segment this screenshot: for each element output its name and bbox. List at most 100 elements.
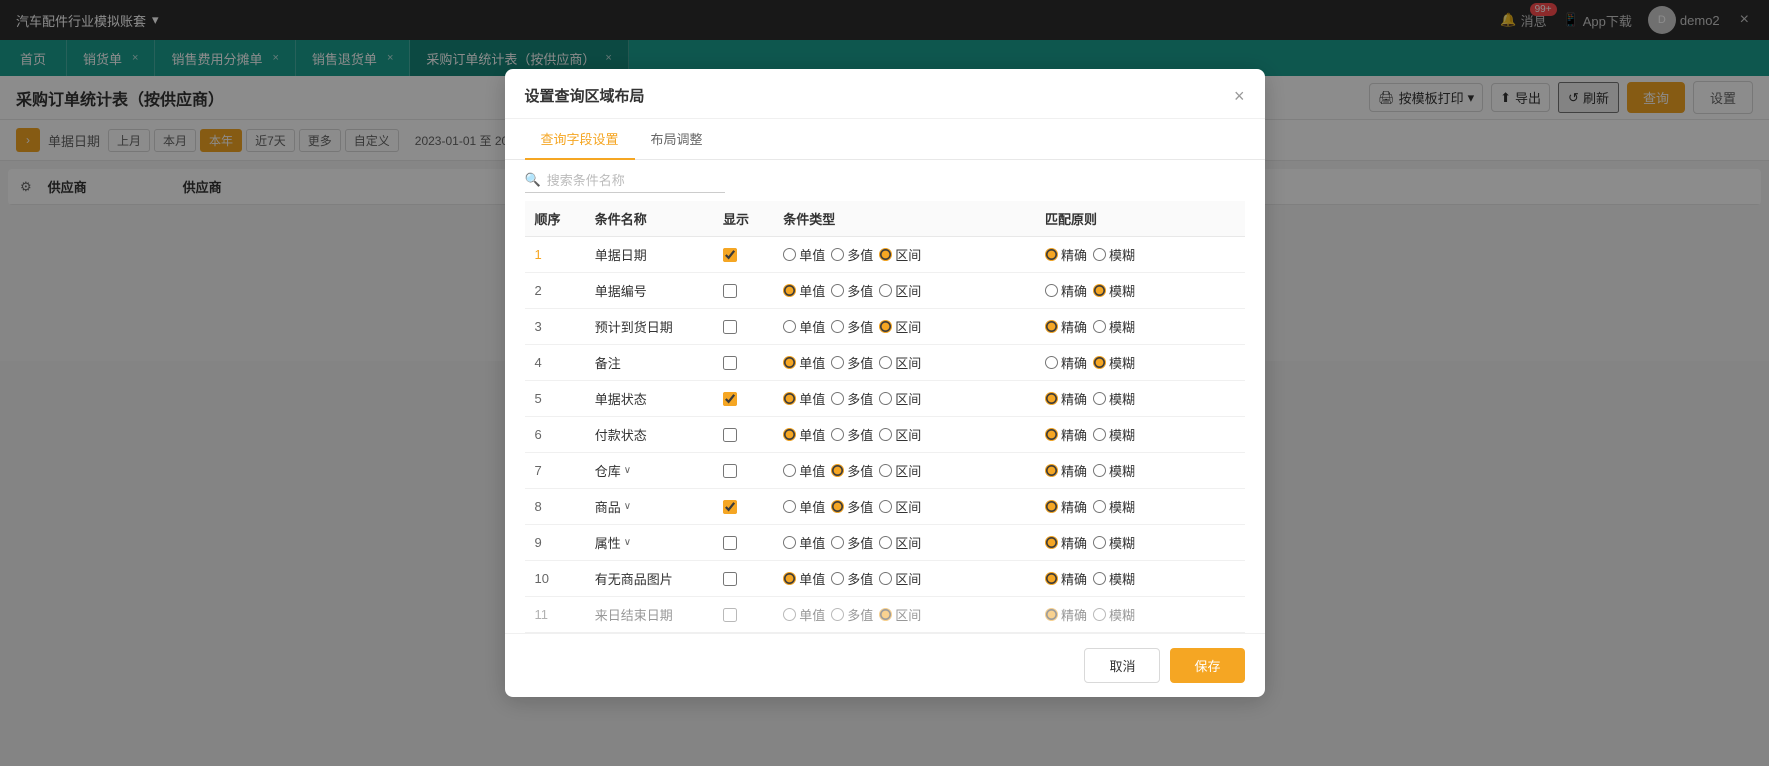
row-type-cell: 单值多值区间 [773, 525, 1035, 561]
row-num: 6 [535, 427, 542, 442]
radio-type-single-10[interactable]: 单值 [783, 605, 825, 624]
row-order: 10 [525, 561, 585, 597]
row-display-checkbox[interactable] [723, 356, 737, 370]
row-type-cell: 单值多值区间 [773, 237, 1035, 273]
row-order: 5 [525, 381, 585, 417]
radio-match-exact-9[interactable]: 精确 [1045, 569, 1087, 588]
row-order: 6 [525, 417, 585, 453]
modal-table-wrap: 顺序 条件名称 显示 条件类型 匹配原则 1单据日期单值多值区间精确模糊2单据编… [505, 201, 1265, 633]
radio-type-range-5[interactable]: 区间 [879, 425, 921, 444]
radio-match-exact-8[interactable]: 精确 [1045, 533, 1087, 552]
radio-type-range-10[interactable]: 区间 [879, 605, 921, 624]
row-display-checkbox[interactable] [723, 392, 737, 406]
radio-type-single-9[interactable]: 单值 [783, 569, 825, 588]
row-display-checkbox[interactable] [723, 248, 737, 262]
radio-match-fuzzy-6[interactable]: 模糊 [1093, 461, 1135, 480]
radio-match-exact-3[interactable]: 精确 [1045, 353, 1087, 372]
row-num: 10 [535, 571, 549, 586]
radio-type-single-4[interactable]: 单值 [783, 389, 825, 408]
radio-type-range-2[interactable]: 区间 [879, 317, 921, 336]
row-condition-name-dropdown[interactable]: 仓库 ∨ [595, 461, 703, 480]
row-condition-name-dropdown[interactable]: 商品 ∨ [595, 497, 703, 516]
row-display-checkbox-cell [713, 381, 773, 417]
row-condition-name: 有无商品图片 [585, 561, 713, 597]
radio-type-single-7[interactable]: 单值 [783, 497, 825, 516]
radio-type-multi-7[interactable]: 多值 [831, 497, 873, 516]
row-match-cell: 精确模糊 [1035, 561, 1244, 597]
row-display-checkbox[interactable] [723, 428, 737, 442]
save-button[interactable]: 保存 [1170, 648, 1244, 683]
row-match-cell: 精确模糊 [1035, 345, 1244, 381]
row-type-cell: 单值多值区间 [773, 345, 1035, 381]
radio-match-fuzzy-10[interactable]: 模糊 [1093, 605, 1135, 624]
radio-match-fuzzy-4[interactable]: 模糊 [1093, 389, 1135, 408]
radio-match-exact-0[interactable]: 精确 [1045, 245, 1087, 264]
radio-type-multi-2[interactable]: 多值 [831, 317, 873, 336]
radio-type-multi-3[interactable]: 多值 [831, 353, 873, 372]
row-display-checkbox[interactable] [723, 284, 737, 298]
radio-match-fuzzy-9[interactable]: 模糊 [1093, 569, 1135, 588]
radio-type-single-1[interactable]: 单值 [783, 281, 825, 300]
radio-match-fuzzy-1[interactable]: 模糊 [1093, 281, 1135, 300]
radio-match-fuzzy-0[interactable]: 模糊 [1093, 245, 1135, 264]
row-display-checkbox[interactable] [723, 536, 737, 550]
modal-tabs: 查询字段设置 布局调整 [505, 119, 1265, 160]
radio-type-range-7[interactable]: 区间 [879, 497, 921, 516]
radio-type-multi-5[interactable]: 多值 [831, 425, 873, 444]
radio-match-exact-1[interactable]: 精确 [1045, 281, 1087, 300]
row-display-checkbox-cell [713, 561, 773, 597]
radio-match-exact-4[interactable]: 精确 [1045, 389, 1087, 408]
modal-tab-layout[interactable]: 布局调整 [635, 119, 719, 160]
radio-type-range-9[interactable]: 区间 [879, 569, 921, 588]
row-condition-name: 付款状态 [585, 417, 713, 453]
modal-tab-query-fields[interactable]: 查询字段设置 [525, 119, 635, 160]
radio-type-multi-9[interactable]: 多值 [831, 569, 873, 588]
modal-footer: 取消 保存 [505, 633, 1265, 697]
radio-type-range-3[interactable]: 区间 [879, 353, 921, 372]
radio-type-range-8[interactable]: 区间 [879, 533, 921, 552]
radio-match-exact-2[interactable]: 精确 [1045, 317, 1087, 336]
row-display-checkbox[interactable] [723, 500, 737, 514]
row-num: 8 [535, 499, 542, 514]
radio-type-single-3[interactable]: 单值 [783, 353, 825, 372]
radio-match-exact-5[interactable]: 精确 [1045, 425, 1087, 444]
radio-type-range-6[interactable]: 区间 [879, 461, 921, 480]
row-display-checkbox[interactable] [723, 572, 737, 586]
modal-close-button[interactable]: × [1234, 87, 1245, 105]
row-display-checkbox[interactable] [723, 464, 737, 478]
radio-type-multi-1[interactable]: 多值 [831, 281, 873, 300]
radio-match-fuzzy-2[interactable]: 模糊 [1093, 317, 1135, 336]
radio-type-multi-10[interactable]: 多值 [831, 605, 873, 624]
radio-match-fuzzy-7[interactable]: 模糊 [1093, 497, 1135, 516]
row-display-checkbox[interactable] [723, 608, 737, 622]
radio-type-range-4[interactable]: 区间 [879, 389, 921, 408]
cancel-button[interactable]: 取消 [1084, 648, 1160, 683]
radio-type-multi-8[interactable]: 多值 [831, 533, 873, 552]
radio-match-fuzzy-5[interactable]: 模糊 [1093, 425, 1135, 444]
modal-tab-query-fields-label: 查询字段设置 [541, 132, 619, 147]
radio-match-fuzzy-3[interactable]: 模糊 [1093, 353, 1135, 372]
row-type-cell: 单值多值区间 [773, 489, 1035, 525]
radio-type-range-0[interactable]: 区间 [879, 245, 921, 264]
radio-match-exact-7[interactable]: 精确 [1045, 497, 1087, 516]
radio-match-exact-10[interactable]: 精确 [1045, 605, 1087, 624]
radio-type-single-2[interactable]: 单值 [783, 317, 825, 336]
radio-type-multi-6[interactable]: 多值 [831, 461, 873, 480]
radio-type-single-8[interactable]: 单值 [783, 533, 825, 552]
radio-type-single-5[interactable]: 单值 [783, 425, 825, 444]
radio-type-multi-4[interactable]: 多值 [831, 389, 873, 408]
row-type-cell: 单值多值区间 [773, 417, 1035, 453]
table-row: 11来日结束日期单值多值区间精确模糊 [525, 597, 1245, 633]
row-display-checkbox[interactable] [723, 320, 737, 334]
radio-type-multi-0[interactable]: 多值 [831, 245, 873, 264]
row-display-checkbox-cell [713, 309, 773, 345]
row-display-checkbox-cell [713, 597, 773, 633]
radio-type-single-6[interactable]: 单值 [783, 461, 825, 480]
row-condition-name-dropdown[interactable]: 属性 ∨ [595, 533, 703, 552]
radio-type-single-0[interactable]: 单值 [783, 245, 825, 264]
radio-match-exact-6[interactable]: 精确 [1045, 461, 1087, 480]
row-condition-name: 单据日期 [585, 237, 713, 273]
radio-type-range-1[interactable]: 区间 [879, 281, 921, 300]
radio-match-fuzzy-8[interactable]: 模糊 [1093, 533, 1135, 552]
search-input[interactable] [547, 173, 725, 188]
